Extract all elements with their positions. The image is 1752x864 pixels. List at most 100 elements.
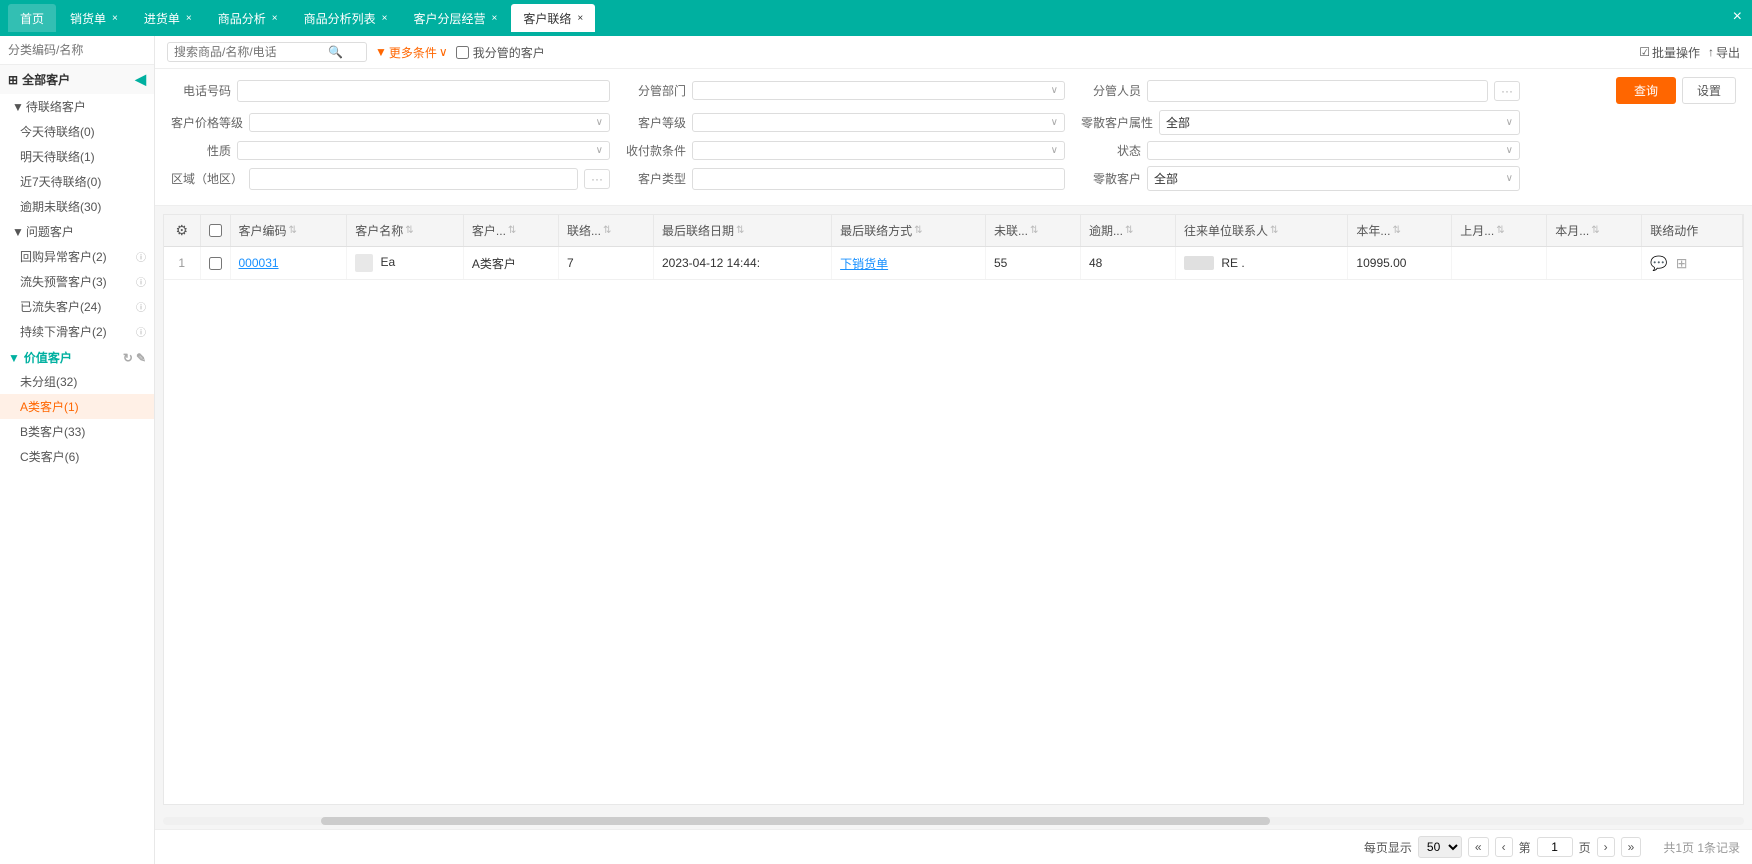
th-contact-count[interactable]: 联络... ⇅ [558, 215, 653, 247]
tab-customer-tier[interactable]: 客户分层经营 × [401, 4, 509, 32]
problem-customers-group[interactable]: ▼ 问题客户 [0, 219, 154, 244]
export-btn[interactable]: ↑ 导出 [1708, 44, 1740, 61]
table-settings-icon[interactable]: ⚙ [175, 222, 188, 238]
checkbox-icon: ☑ [1639, 45, 1650, 59]
per-page-select[interactable]: 50 [1418, 836, 1462, 858]
dept-select[interactable]: ∨ [692, 81, 1065, 100]
sidebar-item-c-class[interactable]: C类客户(6) [0, 444, 154, 469]
batch-ops-btn[interactable]: ☑ 批量操作 [1639, 44, 1700, 61]
edit-icon[interactable]: ✎ [136, 351, 146, 365]
select-all-checkbox[interactable] [209, 224, 222, 237]
row-last-contact-method[interactable]: 下销货单 [832, 247, 986, 280]
th-last-contact-method[interactable]: 最后联络方式 ⇅ [832, 215, 986, 247]
tab-goods-analysis[interactable]: 商品分析 × [206, 4, 290, 32]
th-type[interactable]: 客户... ⇅ [463, 215, 558, 247]
contact-action-icon[interactable]: 💬 [1650, 255, 1667, 272]
pending-contact-group[interactable]: ▼ 待联络客户 [0, 94, 154, 119]
tab-sales-close[interactable]: × [112, 13, 118, 24]
adv-filter-row-3: 性质 ∨ 收付款条件 ∨ 状态 [171, 141, 1736, 160]
query-button[interactable]: 查询 [1616, 77, 1676, 104]
region-ellipsis-btn[interactable]: ··· [584, 169, 610, 189]
page-suffix: 页 [1579, 839, 1591, 856]
th-no-contact-days[interactable]: 未联... ⇅ [985, 215, 1080, 247]
sidebar-item-a-class[interactable]: A类客户(1) [0, 394, 154, 419]
payment-select[interactable]: ∨ [692, 141, 1065, 160]
tab-goods-analysis-close[interactable]: × [272, 13, 278, 24]
sort-icon-contact-count: ⇅ [603, 225, 611, 236]
tab-home[interactable]: 首页 [8, 4, 56, 32]
tab-purchase[interactable]: 进货单 × [132, 4, 204, 32]
th-last-contact-date[interactable]: 最后联络日期 ⇅ [653, 215, 831, 247]
table-wrapper[interactable]: ⚙ 客户编码 ⇅ [164, 215, 1743, 804]
tab-sales[interactable]: 销货单 × [58, 4, 130, 32]
sidebar-collapse-icon[interactable]: ◀ [135, 71, 146, 88]
nature-select[interactable]: ∨ [237, 141, 610, 160]
region-label: 区域（地区） [171, 170, 243, 187]
tab-customer-contact-close[interactable]: × [577, 13, 583, 24]
horizontal-scrollbar[interactable] [163, 817, 1744, 825]
sidebar-item-today[interactable]: 今天待联络(0) [0, 119, 154, 144]
tab-goods-analysis-list-close[interactable]: × [382, 13, 388, 24]
region-input[interactable] [249, 168, 578, 190]
th-settings[interactable]: ⚙ [164, 215, 200, 247]
adv-filter-nature: 性质 ∨ [171, 141, 626, 160]
tab-customer-contact[interactable]: 客户联络 × [511, 4, 595, 32]
manager-input[interactable] [1147, 80, 1488, 102]
row-no-contact-days: 55 [985, 247, 1080, 280]
dept-label: 分管部门 [626, 82, 686, 99]
th-name[interactable]: 客户名称 ⇅ [347, 215, 464, 247]
sidebar-item-b-class[interactable]: B类客户(33) [0, 419, 154, 444]
th-code[interactable]: 客户编码 ⇅ [230, 215, 347, 247]
phone-input[interactable] [237, 80, 610, 102]
tab-goods-analysis-list-label: 商品分析列表 [304, 10, 376, 27]
manager-ellipsis-btn[interactable]: ··· [1494, 81, 1520, 101]
all-customers-header[interactable]: ⊞ 全部客户 ◀ [0, 65, 154, 94]
sidebar-search-input[interactable] [8, 43, 155, 57]
customer-type-input[interactable] [692, 168, 1065, 190]
th-action: 联络动作 [1642, 215, 1743, 247]
more-filters-btn[interactable]: ▼ 更多条件 ∨ [375, 44, 448, 61]
sidebar-item-tomorrow[interactable]: 明天待联络(1) [0, 144, 154, 169]
sidebar-item-churned[interactable]: 已流失客户(24) ⓘ [0, 294, 154, 319]
tab-purchase-close[interactable]: × [186, 13, 192, 24]
th-this-month[interactable]: 本月... ⇅ [1547, 215, 1642, 247]
last-contact-method-link[interactable]: 下销货单 [840, 257, 888, 271]
row-checkbox[interactable] [209, 257, 222, 270]
sidebar-item-churn-warning[interactable]: 流失预警客户(3) ⓘ [0, 269, 154, 294]
row-code[interactable]: 000031 [230, 247, 347, 280]
status-select[interactable]: ∨ [1147, 141, 1520, 160]
sidebar-item-unclassified[interactable]: 未分组(32) [0, 369, 154, 394]
refresh-icon[interactable]: ↻ [123, 351, 133, 365]
info-icon-churn: ⓘ [136, 274, 146, 289]
retail-attr-select[interactable]: 全部 ∨ [1159, 110, 1520, 135]
status-label: 状态 [1081, 142, 1141, 159]
next-page-btn[interactable]: › [1597, 837, 1615, 857]
value-customers-label: 价值客户 [24, 349, 72, 366]
customer-level-select[interactable]: ∨ [692, 113, 1065, 132]
sidebar-item-7days[interactable]: 近7天待联络(0) [0, 169, 154, 194]
row-name[interactable]: Ea [347, 247, 464, 280]
prev-page-btn[interactable]: ‹ [1495, 837, 1513, 857]
setting-button[interactable]: 设置 [1682, 77, 1736, 104]
filter-search-icon[interactable]: 🔍 [328, 45, 343, 59]
more-action-icon[interactable]: ⊞ [1676, 255, 1688, 272]
scrollbar-thumb[interactable] [321, 817, 1270, 825]
window-close-button[interactable]: × [1733, 8, 1742, 26]
th-overdue[interactable]: 逾期... ⇅ [1080, 215, 1175, 247]
th-last-month[interactable]: 上月... ⇅ [1452, 215, 1547, 247]
sidebar-item-repurchase-abnormal[interactable]: 回购异常客户(2) ⓘ [0, 244, 154, 269]
today-pending-label: 今天待联络(0) [20, 123, 95, 140]
first-page-btn[interactable]: « [1468, 837, 1489, 857]
th-contact-person[interactable]: 往来单位联系人 ⇅ [1176, 215, 1348, 247]
retail-select[interactable]: 全部 ∨ [1147, 166, 1520, 191]
th-this-year[interactable]: 本年... ⇅ [1348, 215, 1452, 247]
sidebar-item-overdue[interactable]: 逾期未联络(30) [0, 194, 154, 219]
last-page-btn[interactable]: » [1621, 837, 1642, 857]
sidebar-item-declining[interactable]: 持续下滑客户(2) ⓘ [0, 319, 154, 344]
tab-customer-tier-close[interactable]: × [491, 13, 497, 24]
price-level-select[interactable]: ∨ [249, 113, 610, 132]
filter-search-input[interactable] [174, 45, 324, 59]
current-page-input[interactable] [1537, 837, 1573, 857]
my-customers-checkbox[interactable] [456, 46, 469, 59]
tab-goods-analysis-list[interactable]: 商品分析列表 × [292, 4, 400, 32]
